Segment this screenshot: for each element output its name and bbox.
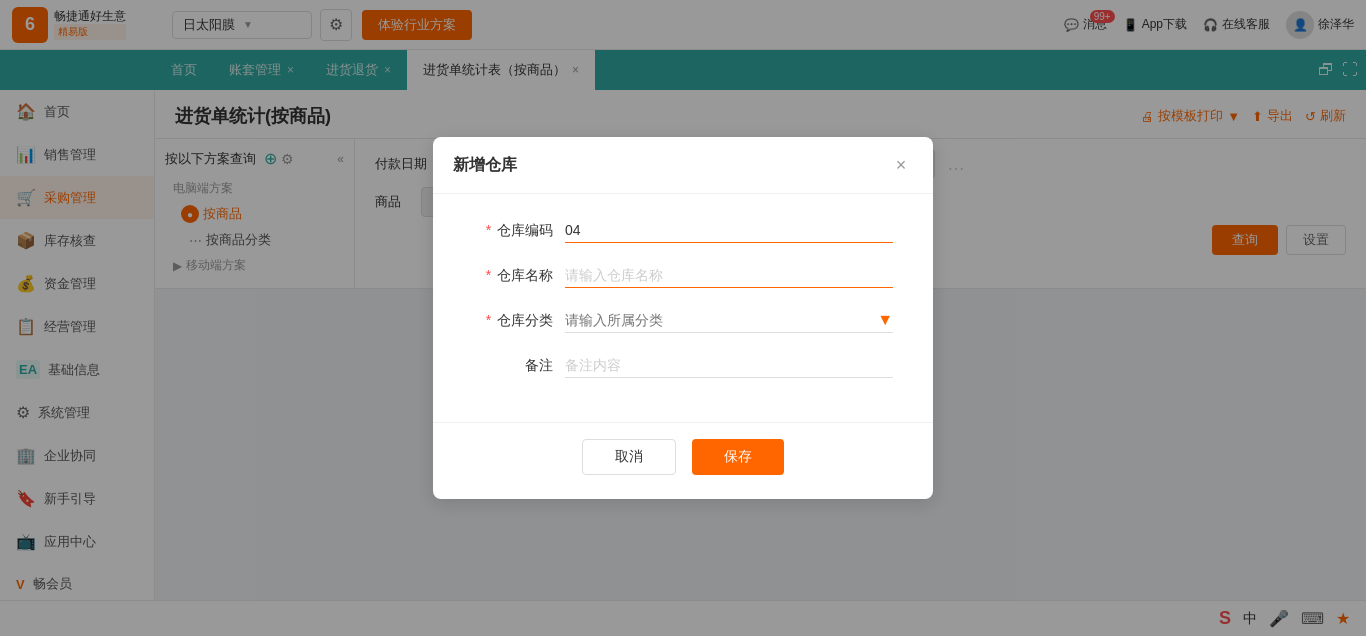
code-input[interactable] [565,218,893,243]
category-form-row: * 仓库分类 ▼ [473,308,893,333]
name-label: * 仓库名称 [473,267,553,285]
save-button[interactable]: 保存 [692,439,784,475]
category-label: * 仓库分类 [473,312,553,330]
new-warehouse-modal: 新增仓库 × * 仓库编码 * 仓库名称 [433,137,933,499]
name-required-star: * [486,267,491,283]
cancel-button[interactable]: 取消 [582,439,676,475]
name-form-row: * 仓库名称 [473,263,893,288]
category-required-star: * [486,312,491,328]
modal-close-icon[interactable]: × [889,153,913,177]
modal-header: 新增仓库 × [433,137,933,194]
modal-title: 新增仓库 [453,155,517,176]
note-label: 备注 [473,357,553,375]
code-label: * 仓库编码 [473,222,553,240]
code-required-star: * [486,222,491,238]
category-input[interactable] [565,308,877,332]
name-input[interactable] [565,263,893,288]
code-form-row: * 仓库编码 [473,218,893,243]
modal-body: * 仓库编码 * 仓库名称 * 仓库分类 [433,194,933,422]
modal-footer: 取消 保存 [433,422,933,499]
category-dropdown-icon[interactable]: ▼ [877,311,893,329]
modal-overlay: 新增仓库 × * 仓库编码 * 仓库名称 [0,0,1366,636]
note-form-row: 备注 [473,353,893,378]
category-select-container: ▼ [565,308,893,333]
note-input[interactable] [565,353,893,378]
